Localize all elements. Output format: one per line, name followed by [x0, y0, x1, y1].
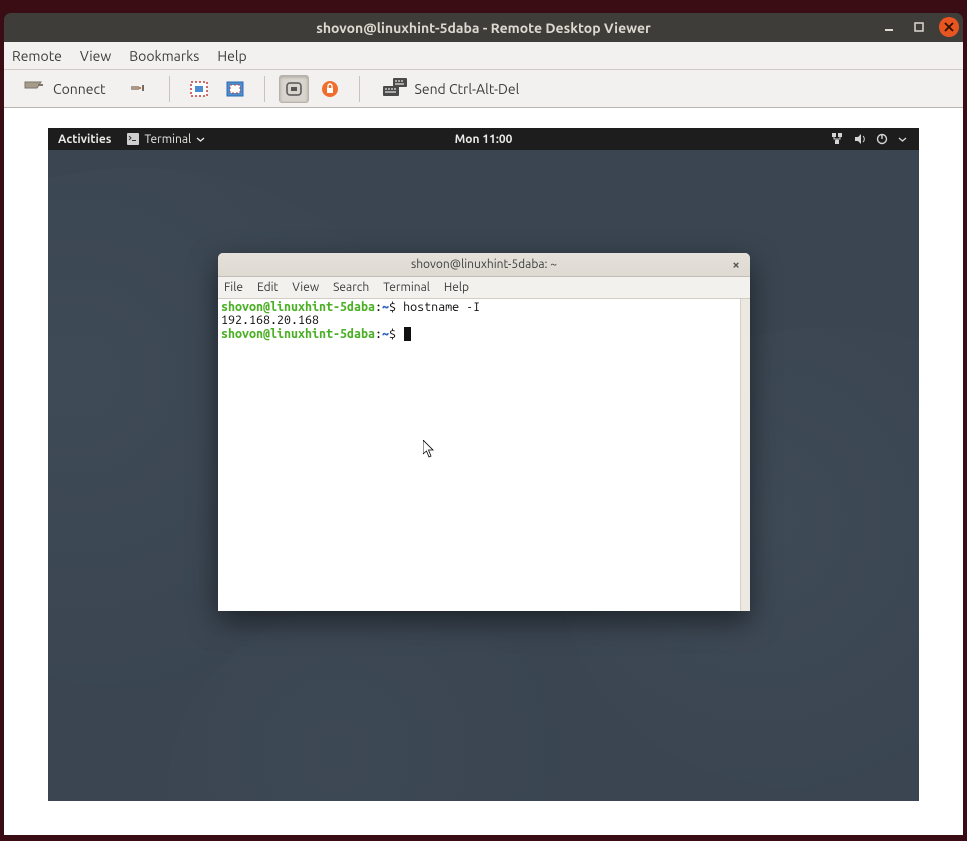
prompt-command: hostname -I: [403, 300, 480, 314]
menubar: Remote View Bookmarks Help: [4, 42, 963, 70]
toolbar-separator-3: [359, 76, 360, 102]
menu-remote[interactable]: Remote: [12, 48, 62, 64]
terminal-menu-file[interactable]: File: [224, 281, 243, 294]
connect-label: Connect: [53, 81, 106, 97]
send-ctrl-alt-del-button[interactable]: Send Ctrl-Alt-Del: [374, 74, 529, 103]
terminal-scrollbar[interactable]: [740, 299, 750, 611]
menu-view[interactable]: View: [80, 48, 111, 64]
app-window: shovon@linuxhint-5daba - Remote Desktop …: [4, 13, 963, 835]
terminal-body[interactable]: shovon@linuxhint-5daba:~$ hostname -I192…: [218, 299, 750, 611]
clock[interactable]: Mon 11:00: [455, 133, 513, 146]
terminal-menu-search[interactable]: Search: [333, 281, 369, 294]
volume-icon: [854, 133, 866, 145]
prompt-path: ~: [382, 327, 389, 341]
gnome-topbar: Activities Terminal Mon 11:00: [48, 128, 919, 150]
prompt-path: ~: [382, 300, 389, 314]
chevron-down-icon: [898, 135, 907, 144]
toolbar-separator-2: [264, 76, 265, 102]
terminal-menubar: File Edit View Search Terminal Help: [218, 277, 750, 299]
close-button[interactable]: [939, 17, 959, 37]
network-icon: [832, 133, 844, 145]
terminal-line: shovon@linuxhint-5daba:~$: [221, 327, 747, 341]
active-app-chip[interactable]: Terminal: [121, 133, 211, 146]
terminal-close-button[interactable]: ×: [728, 257, 744, 273]
fit-window-button[interactable]: [220, 75, 250, 103]
active-app-label: Terminal: [144, 133, 191, 146]
snapshot-button[interactable]: [279, 75, 309, 103]
connect-icon: [23, 78, 45, 99]
terminal-line: 192.168.20.168: [221, 314, 747, 327]
terminal-icon: [127, 133, 139, 145]
minimize-button[interactable]: [879, 17, 899, 37]
prompt-user: shovon@linuxhint-5daba: [221, 300, 375, 314]
terminal-window[interactable]: shovon@linuxhint-5daba: ~ × File Edit Vi…: [218, 253, 750, 611]
terminal-titlebar[interactable]: shovon@linuxhint-5daba: ~ ×: [218, 253, 750, 277]
menu-help[interactable]: Help: [217, 48, 246, 64]
activities-button[interactable]: Activities: [48, 133, 121, 146]
terminal-cursor: [404, 327, 411, 341]
chevron-down-icon: [196, 135, 205, 144]
toolbar: Connect: [4, 70, 963, 108]
toolbar-separator: [169, 76, 170, 102]
viewer-viewport: Activities Terminal Mon 11:00 shovon@lin…: [4, 108, 963, 835]
terminal-menu-terminal[interactable]: Terminal: [383, 281, 430, 294]
remote-cursor-icon: [423, 440, 435, 458]
window-controls: [879, 17, 959, 37]
window-title: shovon@linuxhint-5daba - Remote Desktop …: [316, 20, 651, 36]
connect-button[interactable]: Connect: [14, 74, 115, 103]
menu-bookmarks[interactable]: Bookmarks: [129, 48, 199, 64]
power-icon: [876, 133, 888, 145]
terminal-title: shovon@linuxhint-5daba: ~: [411, 258, 557, 271]
send-cad-label: Send Ctrl-Alt-Del: [415, 81, 520, 97]
prompt-user: shovon@linuxhint-5daba: [221, 327, 375, 341]
terminal-menu-help[interactable]: Help: [444, 281, 469, 294]
disconnect-button[interactable]: [125, 75, 155, 103]
keyboard-icon: [383, 78, 407, 99]
readonly-lock-button[interactable]: [315, 75, 345, 103]
window-titlebar[interactable]: shovon@linuxhint-5daba - Remote Desktop …: [4, 13, 963, 42]
maximize-button[interactable]: [909, 17, 929, 37]
fullscreen-button[interactable]: [184, 75, 214, 103]
remote-desktop-canvas[interactable]: Activities Terminal Mon 11:00 shovon@lin…: [48, 128, 919, 801]
status-area[interactable]: [832, 133, 919, 145]
terminal-menu-view[interactable]: View: [292, 281, 319, 294]
terminal-menu-edit[interactable]: Edit: [257, 281, 278, 294]
